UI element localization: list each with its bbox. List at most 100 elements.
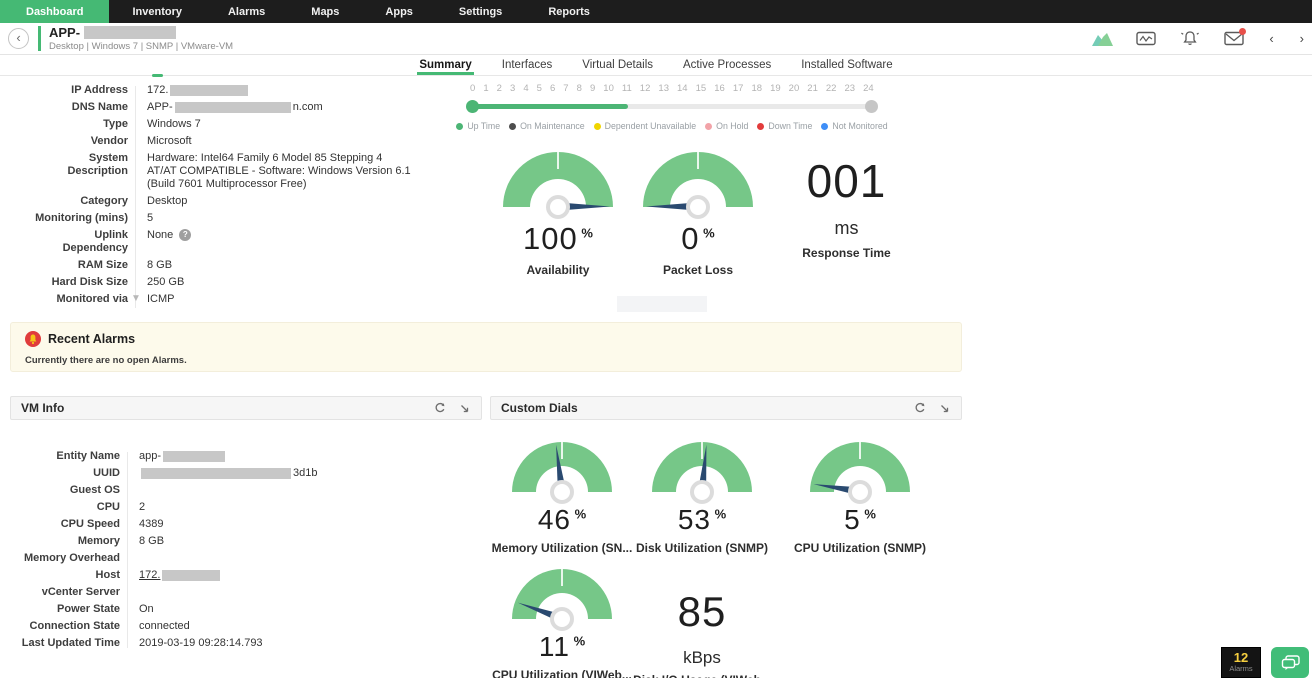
value-text: On bbox=[139, 603, 154, 615]
nav-item-apps[interactable]: Apps bbox=[362, 0, 436, 23]
field-row-type: TypeWindows 7 bbox=[28, 118, 468, 131]
value-text: APP- bbox=[147, 101, 173, 113]
expand-icon[interactable] bbox=[938, 402, 951, 415]
chevron-right-icon[interactable]: › bbox=[1298, 31, 1306, 46]
device-status-bar bbox=[38, 26, 41, 51]
field-label: IP Address bbox=[28, 84, 128, 97]
tab-summary[interactable]: Summary bbox=[417, 55, 473, 75]
availability-timeline: 0123456789101112131415161718192021222324… bbox=[470, 83, 874, 131]
redacted-value bbox=[163, 451, 225, 462]
hour-label: 10 bbox=[603, 83, 614, 94]
field-value: 172. bbox=[120, 569, 222, 582]
metric-label: CPU Utilization (VIWeb... bbox=[492, 668, 632, 678]
value-text: Desktop bbox=[147, 195, 187, 207]
gauge-hub bbox=[686, 195, 710, 219]
device-name: APP- bbox=[49, 25, 80, 40]
field-label: UUID bbox=[20, 467, 120, 480]
hour-label: 24 bbox=[863, 83, 874, 94]
field-value: Hardware: Intel64 Family 6 Model 85 Step… bbox=[128, 152, 411, 191]
gauge-disk-utilization-snmp bbox=[652, 442, 752, 492]
timeline-legend: Up TimeOn MaintenanceDependent Unavailab… bbox=[470, 121, 874, 131]
timeline-end-dot bbox=[865, 100, 878, 113]
field-label: Monitoring (mins) bbox=[28, 212, 128, 225]
value-text: 8 GB bbox=[139, 535, 164, 547]
area-chart-icon[interactable] bbox=[1091, 30, 1113, 48]
timeline-track bbox=[470, 104, 874, 109]
value-text: n.com bbox=[293, 101, 323, 113]
value-text: 5 bbox=[147, 212, 153, 224]
collapse-section-icon[interactable]: ▼ bbox=[131, 293, 141, 304]
field-row-guest-os: Guest OS bbox=[20, 484, 482, 497]
metric-availability: 100 %Availability bbox=[488, 152, 628, 277]
refresh-icon[interactable] bbox=[913, 402, 926, 415]
legend-dot bbox=[509, 123, 516, 130]
help-icon[interactable]: ? bbox=[179, 229, 191, 241]
availability-gauges: 100 %Availability0 %Packet Loss001msResp… bbox=[488, 152, 919, 277]
legend-dot bbox=[821, 123, 828, 130]
metric-value: 11 % bbox=[539, 633, 585, 661]
alarm-bell-icon[interactable] bbox=[1179, 30, 1201, 48]
field-row-category: Category Desktop bbox=[28, 195, 468, 208]
device-subtitle: Desktop | Windows 7 | SNMP | VMware-VM bbox=[49, 41, 233, 52]
legend-label: Not Monitored bbox=[832, 121, 887, 131]
nav-item-settings[interactable]: Settings bbox=[436, 0, 525, 23]
hour-label: 15 bbox=[696, 83, 707, 94]
tab-installed-software[interactable]: Installed Software bbox=[799, 55, 894, 75]
expand-icon[interactable] bbox=[458, 402, 471, 415]
hour-label: 23 bbox=[845, 83, 856, 94]
opmanager-device-page: DashboardInventoryAlarmsMapsAppsSettings… bbox=[0, 0, 1312, 678]
refresh-icon[interactable] bbox=[433, 402, 446, 415]
back-button[interactable]: ‹ bbox=[8, 28, 29, 49]
nav-item-maps[interactable]: Maps bbox=[288, 0, 362, 23]
field-value: 2 bbox=[120, 501, 145, 514]
legend-label: On Maintenance bbox=[520, 121, 585, 131]
mail-icon[interactable] bbox=[1223, 30, 1245, 48]
nav-item-reports[interactable]: Reports bbox=[525, 0, 613, 23]
field-value: 2019-03-19 09:28:14.793 bbox=[120, 637, 263, 650]
gauge-availability bbox=[503, 152, 613, 207]
gauge-cpu-utilization-viweb bbox=[512, 569, 612, 619]
monitor-graph-icon[interactable] bbox=[1135, 30, 1157, 48]
value-text: (Build 7601 Multiprocessor Free) bbox=[147, 178, 411, 191]
recent-alarms-title: Recent Alarms bbox=[48, 332, 135, 346]
uptime-fill bbox=[470, 104, 628, 109]
field-row-vendor: VendorMicrosoft bbox=[28, 135, 468, 148]
nav-item-alarms[interactable]: Alarms bbox=[205, 0, 288, 23]
value-text: 2 bbox=[139, 501, 145, 513]
field-label: Category bbox=[28, 195, 128, 208]
hour-label: 17 bbox=[733, 83, 744, 94]
alarms-counter-button[interactable]: 12 Alarms bbox=[1221, 647, 1261, 678]
value-text: Windows 7 bbox=[147, 118, 201, 130]
value-text: 250 GB bbox=[147, 276, 184, 288]
host-link[interactable]: 172. bbox=[139, 569, 160, 581]
field-label: Entity Name bbox=[20, 450, 120, 463]
nav-item-dashboard[interactable]: Dashboard bbox=[0, 0, 109, 23]
field-value bbox=[120, 552, 139, 565]
hour-label: 11 bbox=[622, 83, 632, 94]
metric-response-time: 001msResponse Time bbox=[774, 152, 919, 277]
legend-down-time: Down Time bbox=[757, 121, 812, 131]
tab-virtual-details[interactable]: Virtual Details bbox=[580, 55, 655, 75]
field-label: DNS Name bbox=[28, 101, 128, 114]
nav-item-inventory[interactable]: Inventory bbox=[109, 0, 205, 23]
field-label: Memory bbox=[20, 535, 120, 548]
hour-label: 18 bbox=[751, 83, 762, 94]
field-row-cpu-speed: CPU Speed4389 bbox=[20, 518, 482, 531]
gauge-hub bbox=[550, 480, 574, 504]
metric-number: 85 bbox=[678, 591, 727, 633]
dial-cpu-utilization-snmp: 5 %CPU Utilization (SNMP) bbox=[788, 442, 933, 555]
hour-label: 9 bbox=[590, 83, 595, 94]
chat-support-button[interactable] bbox=[1271, 647, 1309, 678]
metric-value: 0 % bbox=[681, 223, 714, 254]
dial-disk-i-o-usage-viweb: 85kBpsDisk I/O Usage (VIWeb... bbox=[633, 569, 771, 678]
field-value: app- bbox=[120, 450, 227, 463]
tab-active-processes[interactable]: Active Processes bbox=[681, 55, 773, 75]
metric-label: Memory Utilization (SN... bbox=[492, 541, 633, 555]
redacted-value bbox=[170, 85, 248, 96]
gauge-cpu-utilization-snmp bbox=[810, 442, 910, 492]
tab-interfaces[interactable]: Interfaces bbox=[500, 55, 555, 75]
field-row-uplink-dependency: Uplink DependencyNone? bbox=[28, 229, 468, 255]
hour-label: 0 bbox=[470, 83, 475, 94]
hour-label: 8 bbox=[577, 83, 582, 94]
chevron-left-icon[interactable]: ‹ bbox=[1267, 31, 1275, 46]
